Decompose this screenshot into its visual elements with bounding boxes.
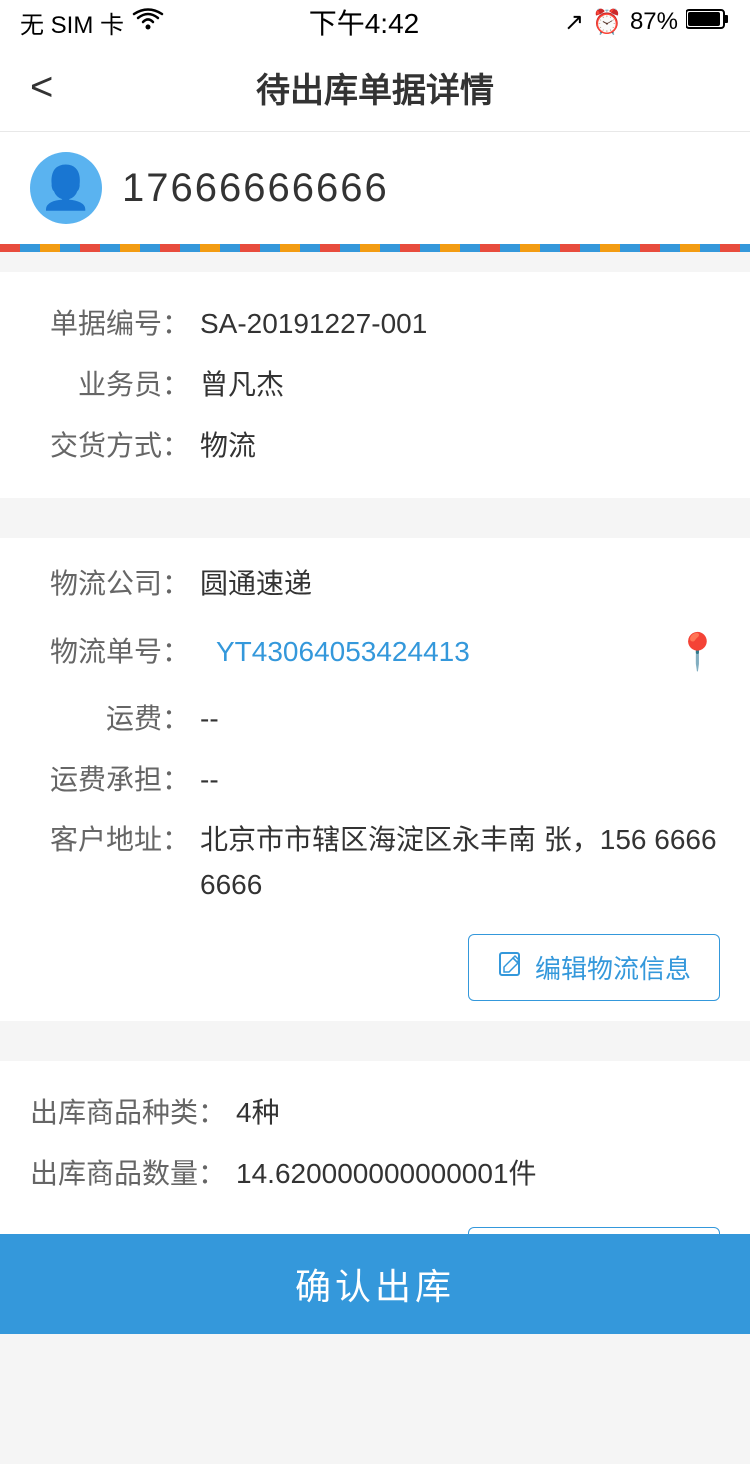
carrier-text: 无 SIM 卡 [20, 5, 124, 40]
user-header: 👤 17666666666 [0, 132, 750, 244]
avatar-icon: 👤 [40, 164, 92, 213]
tracking-number-row: 物流单号： YT43064053424413 📍 [30, 623, 720, 681]
edit-icon [497, 950, 525, 985]
goods-types-value: 4种 [236, 1091, 720, 1136]
confirm-button[interactable]: 确认出库 [0, 1234, 750, 1334]
wifi-icon [132, 8, 164, 37]
delivery-method-row: 交货方式： 物流 [30, 424, 720, 469]
goods-quantity-row: 出库商品数量： 14.620000000000001件 [30, 1152, 720, 1197]
freight-value: -- [200, 697, 720, 742]
logistics-section: 物流公司： 圆通速递 物流单号： YT43064053424413 📍 运费： … [0, 538, 750, 1021]
bottom-spacer [0, 1324, 750, 1464]
status-bar-time: 下午4:42 [309, 2, 420, 42]
battery-text: 87% [630, 8, 678, 36]
goods-quantity-label: 出库商品数量： [30, 1152, 226, 1197]
location-icon[interactable]: 📍 [675, 623, 720, 681]
goods-quantity-value: 14.620000000000001件 [236, 1152, 720, 1197]
delivery-method-label: 交货方式： [30, 424, 190, 469]
nav-bar: < 待出库单据详情 [0, 44, 750, 132]
freight-bearer-value: -- [200, 758, 720, 803]
back-button[interactable]: < [30, 65, 90, 110]
status-bar: 无 SIM 卡 下午4:42 ↗ ⏰ 87% [0, 0, 750, 44]
tracking-number-value: YT43064053424413 [216, 630, 659, 675]
document-number-label: 单据编号： [30, 302, 190, 347]
logistics-company-row: 物流公司： 圆通速递 [30, 562, 720, 607]
edit-btn-row: 编辑物流信息 [0, 918, 750, 1021]
logistics-company-label: 物流公司： [30, 562, 190, 607]
tracking-number-label: 物流单号： [30, 630, 190, 675]
battery-icon [686, 8, 730, 37]
page-title: 待出库单据详情 [256, 63, 494, 112]
section-divider-2 [0, 1021, 750, 1041]
salesman-row: 业务员： 曾凡杰 [30, 363, 720, 408]
freight-bearer-label: 运费承担： [30, 758, 190, 803]
address-row: 客户地址： 北京市市辖区海淀区永丰南 张，156 6666 6666 [30, 818, 720, 908]
section-divider-1 [0, 498, 750, 518]
document-number-row: 单据编号： SA-20191227-001 [30, 302, 720, 347]
goods-types-label: 出库商品种类： [30, 1091, 226, 1136]
avatar: 👤 [30, 152, 102, 224]
dashed-divider [0, 244, 750, 252]
basic-info-section: 单据编号： SA-20191227-001 业务员： 曾凡杰 交货方式： 物流 [0, 272, 750, 498]
logistics-company-value: 圆通速递 [200, 562, 720, 607]
location-status-icon: ↗ [564, 8, 584, 37]
confirm-btn-label: 确认出库 [295, 1258, 455, 1310]
salesman-label: 业务员： [30, 363, 190, 408]
address-label: 客户地址： [30, 818, 190, 863]
delivery-method-value: 物流 [200, 424, 720, 469]
edit-logistics-button[interactable]: 编辑物流信息 [468, 934, 720, 1001]
freight-row: 运费： -- [30, 697, 720, 742]
salesman-value: 曾凡杰 [200, 363, 720, 408]
user-phone: 17666666666 [122, 166, 389, 211]
document-number-value: SA-20191227-001 [200, 302, 720, 347]
freight-bearer-row: 运费承担： -- [30, 758, 720, 803]
status-bar-right: ↗ ⏰ 87% [564, 8, 730, 37]
goods-types-row: 出库商品种类： 4种 [30, 1091, 720, 1136]
address-value: 北京市市辖区海淀区永丰南 张，156 6666 6666 [200, 818, 720, 908]
edit-logistics-label: 编辑物流信息 [535, 949, 691, 986]
freight-label: 运费： [30, 697, 190, 742]
alarm-icon: ⏰ [592, 8, 622, 37]
status-bar-left: 无 SIM 卡 [20, 5, 164, 40]
